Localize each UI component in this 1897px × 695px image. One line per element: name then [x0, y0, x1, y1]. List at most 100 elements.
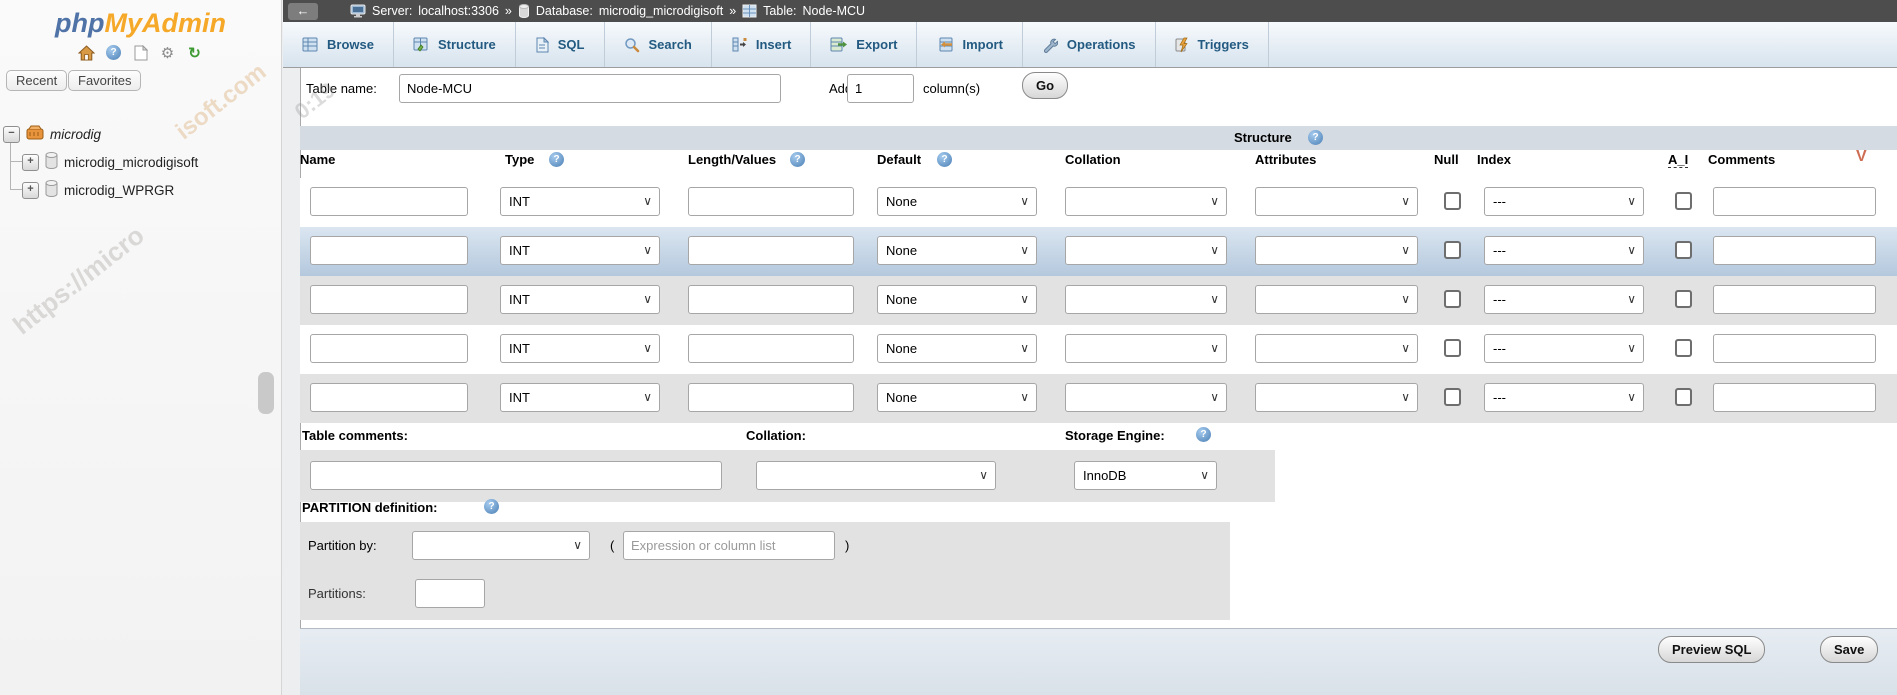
column-length-input[interactable] — [688, 383, 854, 412]
null-checkbox[interactable] — [1444, 388, 1461, 406]
column-default-select[interactable]: None ∨ — [877, 187, 1037, 216]
storage-engine-help-icon[interactable]: ? — [1196, 427, 1211, 442]
tree-server-node[interactable]: − microdig — [3, 124, 101, 144]
home-icon[interactable] — [78, 44, 95, 61]
table-collation-select[interactable]: ∨ — [756, 461, 996, 490]
column-type-select[interactable]: INT ∨ — [500, 187, 660, 216]
expand-plus-icon[interactable]: + — [22, 153, 39, 171]
auto-increment-checkbox[interactable] — [1675, 290, 1692, 308]
auto-increment-checkbox[interactable] — [1675, 241, 1692, 259]
tab-structure[interactable]: Structure — [394, 22, 516, 67]
breadcrumb-database-link[interactable]: microdig_microdigisoft — [599, 4, 723, 18]
null-checkbox[interactable] — [1444, 290, 1461, 308]
column-attributes-select[interactable]: ∨ — [1255, 236, 1418, 265]
column-length-input[interactable] — [688, 236, 854, 265]
tab-sql[interactable]: SQL — [516, 22, 605, 67]
header-type: Type — [505, 152, 535, 167]
column-default-select[interactable]: None ∨ — [877, 285, 1037, 314]
column-index-select[interactable]: --- ∨ — [1484, 187, 1644, 216]
column-attributes-select[interactable]: ∨ — [1255, 187, 1418, 216]
phpmyadmin-logo[interactable]: phpMyAdmin — [0, 8, 281, 39]
column-name-input[interactable] — [310, 334, 468, 363]
column-name-input[interactable] — [310, 187, 468, 216]
docs-icon[interactable] — [132, 44, 149, 61]
table-name-input[interactable] — [399, 74, 781, 103]
add-columns-input[interactable] — [847, 74, 914, 103]
column-type-select[interactable]: INT ∨ — [500, 285, 660, 314]
tree-database-node[interactable]: + microdig_microdigisoft — [22, 152, 198, 172]
favorite-tables-button[interactable]: Favorites — [68, 70, 142, 91]
collapse-minus-icon[interactable]: − — [3, 125, 20, 143]
column-collation-select[interactable]: ∨ — [1065, 236, 1227, 265]
auto-increment-checkbox[interactable] — [1675, 388, 1692, 406]
partition-by-select[interactable]: ∨ — [412, 531, 590, 560]
partitions-count-input[interactable] — [415, 579, 485, 608]
breadcrumb-server-link[interactable]: localhost:3306 — [418, 4, 499, 18]
breadcrumb-separator: » — [729, 4, 737, 18]
breadcrumb-table-link[interactable]: Node-MCU — [803, 4, 866, 18]
column-index-select[interactable]: --- ∨ — [1484, 334, 1644, 363]
logo-php-text: php — [55, 8, 105, 38]
column-name-input[interactable] — [310, 383, 468, 412]
column-collation-select[interactable]: ∨ — [1065, 187, 1227, 216]
column-definition-row: INT ∨ None ∨ ∨ ∨ --- ∨ — [0, 236, 1897, 265]
null-checkbox[interactable] — [1444, 192, 1461, 210]
column-collation-select[interactable]: ∨ — [1065, 334, 1227, 363]
collapse-sidebar-button[interactable]: ← — [288, 2, 318, 20]
column-comments-input[interactable] — [1713, 334, 1876, 363]
null-checkbox[interactable] — [1444, 339, 1461, 357]
column-default-select[interactable]: None ∨ — [877, 383, 1037, 412]
tab-operations[interactable]: Operations — [1023, 22, 1156, 67]
default-help-icon[interactable]: ? — [937, 152, 952, 167]
table-comments-input[interactable] — [310, 461, 722, 490]
partition-expression-input[interactable] — [623, 531, 835, 560]
column-index-select[interactable]: --- ∨ — [1484, 285, 1644, 314]
refresh-icon[interactable]: ↻ — [186, 44, 203, 62]
column-name-input[interactable] — [310, 285, 468, 314]
column-type-select[interactable]: INT ∨ — [500, 236, 660, 265]
tree-server-label[interactable]: microdig — [50, 127, 101, 142]
column-attributes-select[interactable]: ∨ — [1255, 334, 1418, 363]
preview-sql-button[interactable]: Preview SQL — [1658, 636, 1766, 663]
tab-triggers[interactable]: Triggers — [1156, 22, 1269, 67]
settings-gear-icon[interactable]: ⚙ — [159, 44, 176, 62]
partition-definition-label: PARTITION definition: — [302, 500, 438, 515]
tab-insert[interactable]: Insert — [712, 22, 812, 67]
tab-structure-label: Structure — [437, 37, 496, 52]
recent-tables-button[interactable]: Recent — [6, 70, 68, 91]
column-length-input[interactable] — [688, 285, 854, 314]
column-comments-input[interactable] — [1713, 285, 1876, 314]
column-type-select[interactable]: INT ∨ — [500, 334, 660, 363]
column-index-select[interactable]: --- ∨ — [1484, 236, 1644, 265]
auto-increment-checkbox[interactable] — [1675, 339, 1692, 357]
column-type-select[interactable]: INT ∨ — [500, 383, 660, 412]
type-help-icon[interactable]: ? — [549, 152, 564, 167]
column-collation-select[interactable]: ∨ — [1065, 383, 1227, 412]
help-icon[interactable]: ? — [105, 44, 122, 61]
column-collation-select[interactable]: ∨ — [1065, 285, 1227, 314]
partition-help-icon[interactable]: ? — [484, 499, 499, 514]
column-length-input[interactable] — [688, 334, 854, 363]
column-default-select[interactable]: None ∨ — [877, 236, 1037, 265]
column-comments-input[interactable] — [1713, 236, 1876, 265]
column-attributes-select[interactable]: ∨ — [1255, 285, 1418, 314]
column-comments-input[interactable] — [1713, 383, 1876, 412]
tab-browse[interactable]: Browse — [283, 22, 394, 67]
column-attributes-select[interactable]: ∨ — [1255, 383, 1418, 412]
column-length-input[interactable] — [688, 187, 854, 216]
storage-engine-select[interactable]: InnoDB ∨ — [1074, 461, 1217, 490]
tab-export[interactable]: Export — [811, 22, 918, 67]
structure-help-icon[interactable]: ? — [1308, 130, 1323, 145]
auto-increment-checkbox[interactable] — [1675, 192, 1692, 210]
column-name-input[interactable] — [310, 236, 468, 265]
tree-database-label[interactable]: microdig_microdigisoft — [64, 155, 198, 170]
tab-import[interactable]: Import — [917, 22, 1023, 67]
length-help-icon[interactable]: ? — [790, 152, 805, 167]
go-button[interactable]: Go — [1022, 72, 1069, 99]
tab-search[interactable]: Search — [605, 22, 712, 67]
column-index-select[interactable]: --- ∨ — [1484, 383, 1644, 412]
column-comments-input[interactable] — [1713, 187, 1876, 216]
column-default-select[interactable]: None ∨ — [877, 334, 1037, 363]
null-checkbox[interactable] — [1444, 241, 1461, 259]
save-button[interactable]: Save — [1820, 636, 1879, 663]
